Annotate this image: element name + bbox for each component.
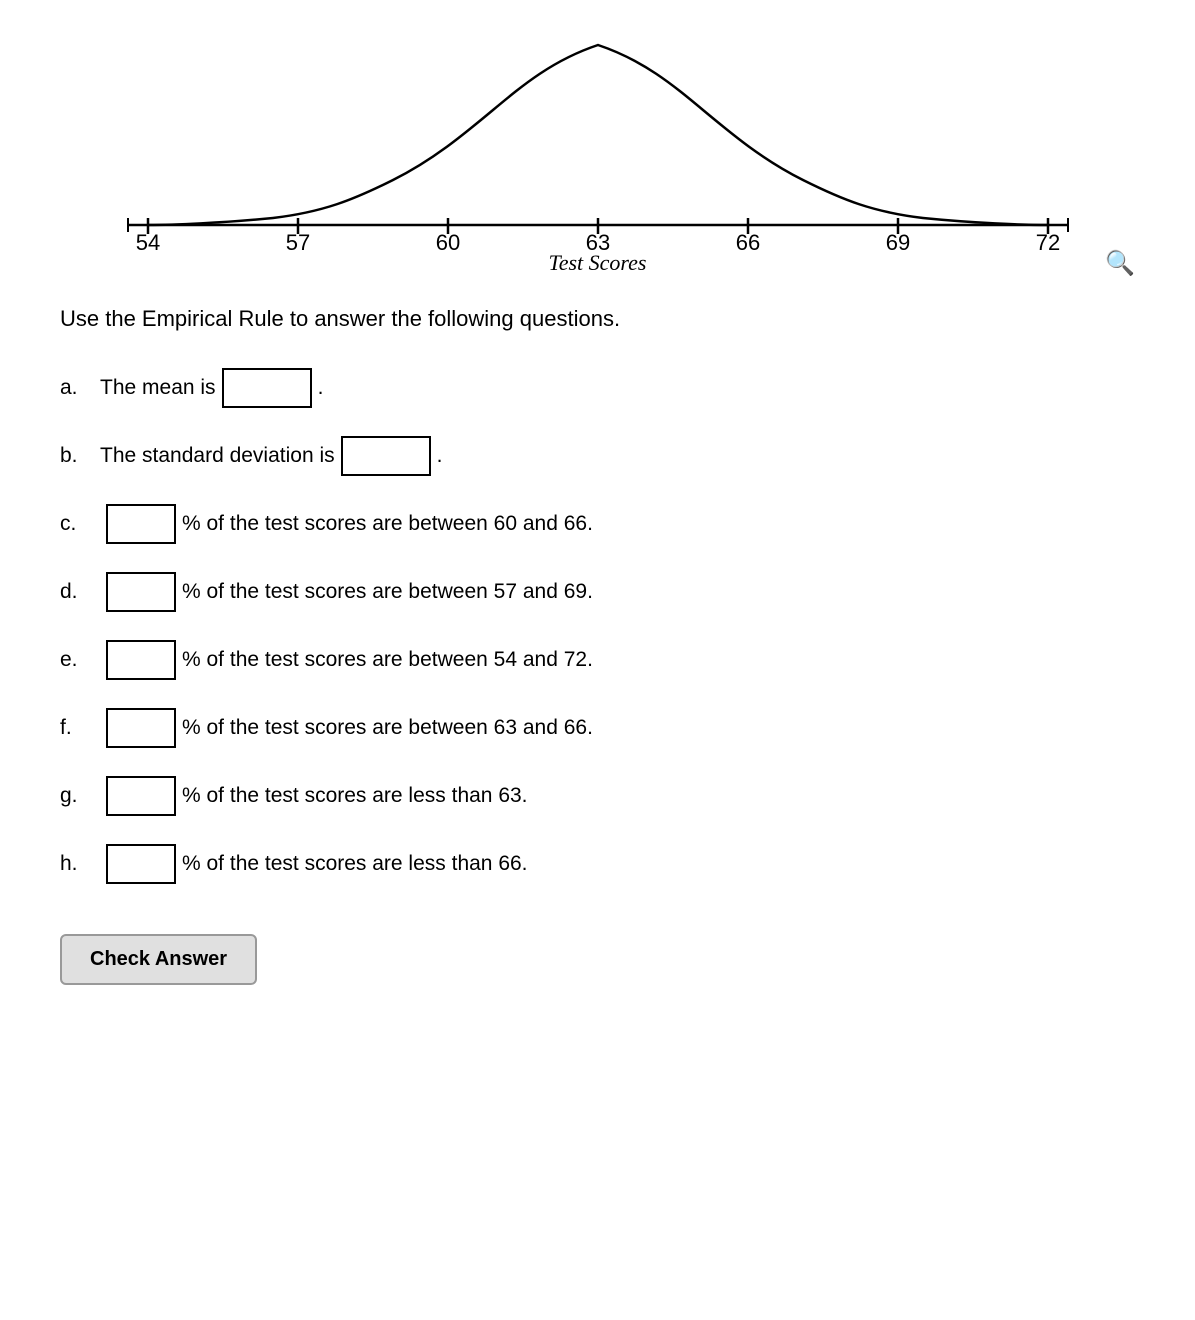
q-suffix-c: % of the test scores are between 60 and … [182, 512, 593, 536]
search-icon[interactable]: 🔍 [1105, 249, 1135, 278]
q-suffix-a: . [318, 376, 324, 400]
q-label-d: d. [60, 580, 100, 604]
question-b: b. The standard deviation is . [60, 436, 1135, 476]
q-label-e: e. [60, 648, 100, 672]
input-pct-f[interactable] [106, 708, 176, 748]
q-label-a: a. [60, 376, 100, 400]
input-pct-d[interactable] [106, 572, 176, 612]
svg-text:60: 60 [435, 230, 459, 250]
svg-text:66: 66 [735, 230, 759, 250]
input-std-dev[interactable] [341, 436, 431, 476]
svg-text:72: 72 [1035, 230, 1059, 250]
svg-text:69: 69 [885, 230, 909, 250]
instruction-text: Use the Empirical Rule to answer the fol… [60, 306, 1135, 332]
chart-title-row: Test Scores 🔍 [60, 250, 1135, 276]
input-pct-h[interactable] [106, 844, 176, 884]
q-label-c: c. [60, 512, 100, 536]
q-suffix-g: % of the test scores are less than 63. [182, 784, 528, 808]
q-suffix-b: . [437, 444, 443, 468]
q-prefix-b: The standard deviation is [100, 444, 335, 468]
question-g: g. % of the test scores are less than 63… [60, 776, 1135, 816]
q-suffix-e: % of the test scores are between 54 and … [182, 648, 593, 672]
q-label-b: b. [60, 444, 100, 468]
q-label-f: f. [60, 716, 100, 740]
check-answer-button[interactable]: Check Answer [60, 934, 257, 985]
q-label-h: h. [60, 852, 100, 876]
chart-title: Test Scores [549, 250, 647, 276]
question-e: e. % of the test scores are between 54 a… [60, 640, 1135, 680]
input-mean[interactable] [222, 368, 312, 408]
bell-curve-svg: 54 57 60 63 66 69 72 [60, 30, 1135, 250]
svg-text:54: 54 [135, 230, 159, 250]
input-pct-e[interactable] [106, 640, 176, 680]
input-pct-g[interactable] [106, 776, 176, 816]
svg-text:63: 63 [585, 230, 609, 250]
q-prefix-a: The mean is [100, 376, 216, 400]
q-suffix-d: % of the test scores are between 57 and … [182, 580, 593, 604]
svg-text:57: 57 [285, 230, 309, 250]
question-a: a. The mean is . [60, 368, 1135, 408]
input-pct-c[interactable] [106, 504, 176, 544]
question-h: h. % of the test scores are less than 66… [60, 844, 1135, 884]
question-c: c. % of the test scores are between 60 a… [60, 504, 1135, 544]
questions-container: a. The mean is . b. The standard deviati… [60, 368, 1135, 884]
q-suffix-f: % of the test scores are between 63 and … [182, 716, 593, 740]
question-f: f. % of the test scores are between 63 a… [60, 708, 1135, 748]
question-d: d. % of the test scores are between 57 a… [60, 572, 1135, 612]
q-suffix-h: % of the test scores are less than 66. [182, 852, 528, 876]
chart-container: 54 57 60 63 66 69 72 Test Scores 🔍 [60, 30, 1135, 276]
q-label-g: g. [60, 784, 100, 808]
